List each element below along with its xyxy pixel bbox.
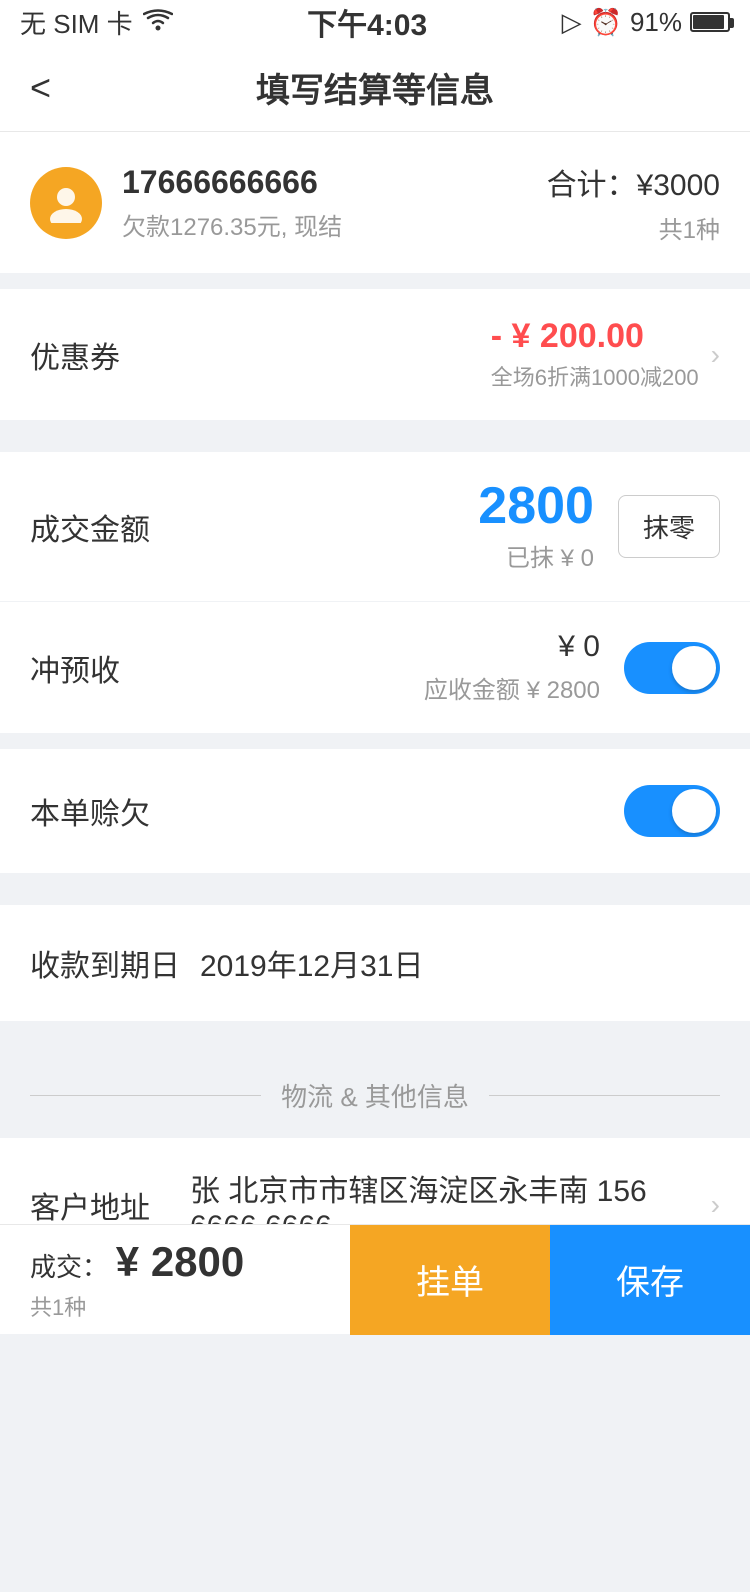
debt-label: 本单赊欠 [30, 789, 150, 833]
bottom-deal-amount: ¥ 2800 [116, 1238, 244, 1285]
hold-button[interactable]: 挂单 [350, 1225, 550, 1335]
bottom-deal-label: 成交： [30, 1252, 108, 1282]
status-time: 下午4:03 [307, 0, 427, 44]
separator-4 [0, 1037, 750, 1053]
deal-amount-sub: 已抹 ¥ 0 [478, 538, 594, 573]
customer-right: 合计：¥3000 共1种 [547, 160, 720, 245]
prepay-amount: ¥ 0 [424, 630, 600, 664]
prepay-toggle[interactable] [624, 642, 720, 694]
customer-phone: 17666666666 [122, 164, 342, 201]
deal-amount-wrap: 2800 已抹 ¥ 0 [478, 480, 594, 573]
chevron-right-icon: › [711, 339, 720, 371]
nav-bar: < 填写结算等信息 [0, 44, 750, 132]
address-label: 客户地址 [30, 1183, 150, 1227]
status-bar: 无 SIM 卡 下午4:03 ▷ ⏰ 91% [0, 0, 750, 44]
customer-card: 17666666666 欠款1276.35元, 现结 合计：¥3000 共1种 [0, 132, 750, 273]
coupon-row[interactable]: 优惠券 - ¥ 200.00 全场6折满1000减200 › [0, 289, 750, 420]
total-count: 共1种 [547, 210, 720, 245]
address-chevron-icon: › [711, 1189, 720, 1221]
alarm-icon: ⏰ [590, 7, 622, 38]
deal-amount-row: 成交金额 2800 已抹 ¥ 0 抹零 [0, 452, 750, 601]
status-right: ▷ ⏰ 91% [562, 7, 730, 38]
battery-percent: 91% [630, 7, 682, 38]
debt-row: 本单赊欠 [0, 749, 750, 873]
deal-amount-label: 成交金额 [30, 505, 150, 549]
prepay-right: ¥ 0 应收金额 ¥ 2800 [424, 630, 720, 705]
coupon-label: 优惠券 [30, 333, 120, 377]
bottom-count: 共1种 [30, 1290, 320, 1322]
coupon-amount: - ¥ 200.00 [491, 317, 699, 356]
logistics-header: 物流 & 其他信息 [0, 1053, 750, 1138]
deal-amount-value: 2800 [478, 480, 594, 532]
logistics-label: 物流 & 其他信息 [281, 1077, 469, 1114]
customer-sub-text: 欠款1276.35元, 现结 [122, 207, 342, 242]
round-button[interactable]: 抹零 [618, 495, 720, 558]
coupon-desc: 全场6折满1000减200 [491, 360, 699, 392]
separator-1 [0, 436, 750, 452]
avatar [30, 167, 102, 239]
separator-3 [0, 889, 750, 905]
bottom-deal-line: 成交： ¥ 2800 [30, 1238, 320, 1286]
prepay-row: 冲预收 ¥ 0 应收金额 ¥ 2800 [0, 601, 750, 733]
debt-toggle-knob [672, 789, 716, 833]
page-title: 填写结算等信息 [256, 63, 494, 112]
carrier-text: 无 SIM 卡 [20, 4, 133, 41]
due-date-label: 收款到期日 [30, 941, 180, 985]
customer-left: 17666666666 欠款1276.35元, 现结 [30, 164, 342, 242]
location-icon: ▷ [562, 7, 582, 38]
deal-right: 2800 已抹 ¥ 0 抹零 [478, 480, 720, 573]
main-content: 17666666666 欠款1276.35元, 现结 合计：¥3000 共1种 … [0, 132, 750, 1592]
wifi-icon [143, 7, 173, 38]
separator-2 [0, 733, 750, 749]
status-left: 无 SIM 卡 [20, 4, 173, 41]
logistics-divider-left [30, 1095, 261, 1096]
save-button[interactable]: 保存 [550, 1225, 750, 1335]
customer-info: 17666666666 欠款1276.35元, 现结 [122, 164, 342, 242]
logistics-divider-right [489, 1095, 720, 1096]
toggle-knob [672, 646, 716, 690]
battery-icon [690, 12, 730, 32]
prepay-sub: 应收金额 ¥ 2800 [424, 670, 600, 705]
total-amount: 合计：¥3000 [547, 160, 720, 204]
bottom-bar: 成交： ¥ 2800 共1种 挂单 保存 [0, 1224, 750, 1334]
coupon-right: - ¥ 200.00 全场6折满1000减200 › [491, 317, 720, 392]
deal-section: 成交金额 2800 已抹 ¥ 0 抹零 冲预收 ¥ 0 应收金额 ¥ 2800 [0, 452, 750, 733]
prepay-amount-wrap: ¥ 0 应收金额 ¥ 2800 [424, 630, 600, 705]
prepay-label: 冲预收 [30, 646, 120, 690]
due-date-value: 2019年12月31日 [200, 941, 423, 985]
bottom-summary: 成交： ¥ 2800 共1种 [0, 1238, 350, 1322]
due-date-row: 收款到期日 2019年12月31日 [0, 905, 750, 1021]
back-button[interactable]: < [30, 67, 51, 109]
debt-toggle[interactable] [624, 785, 720, 837]
